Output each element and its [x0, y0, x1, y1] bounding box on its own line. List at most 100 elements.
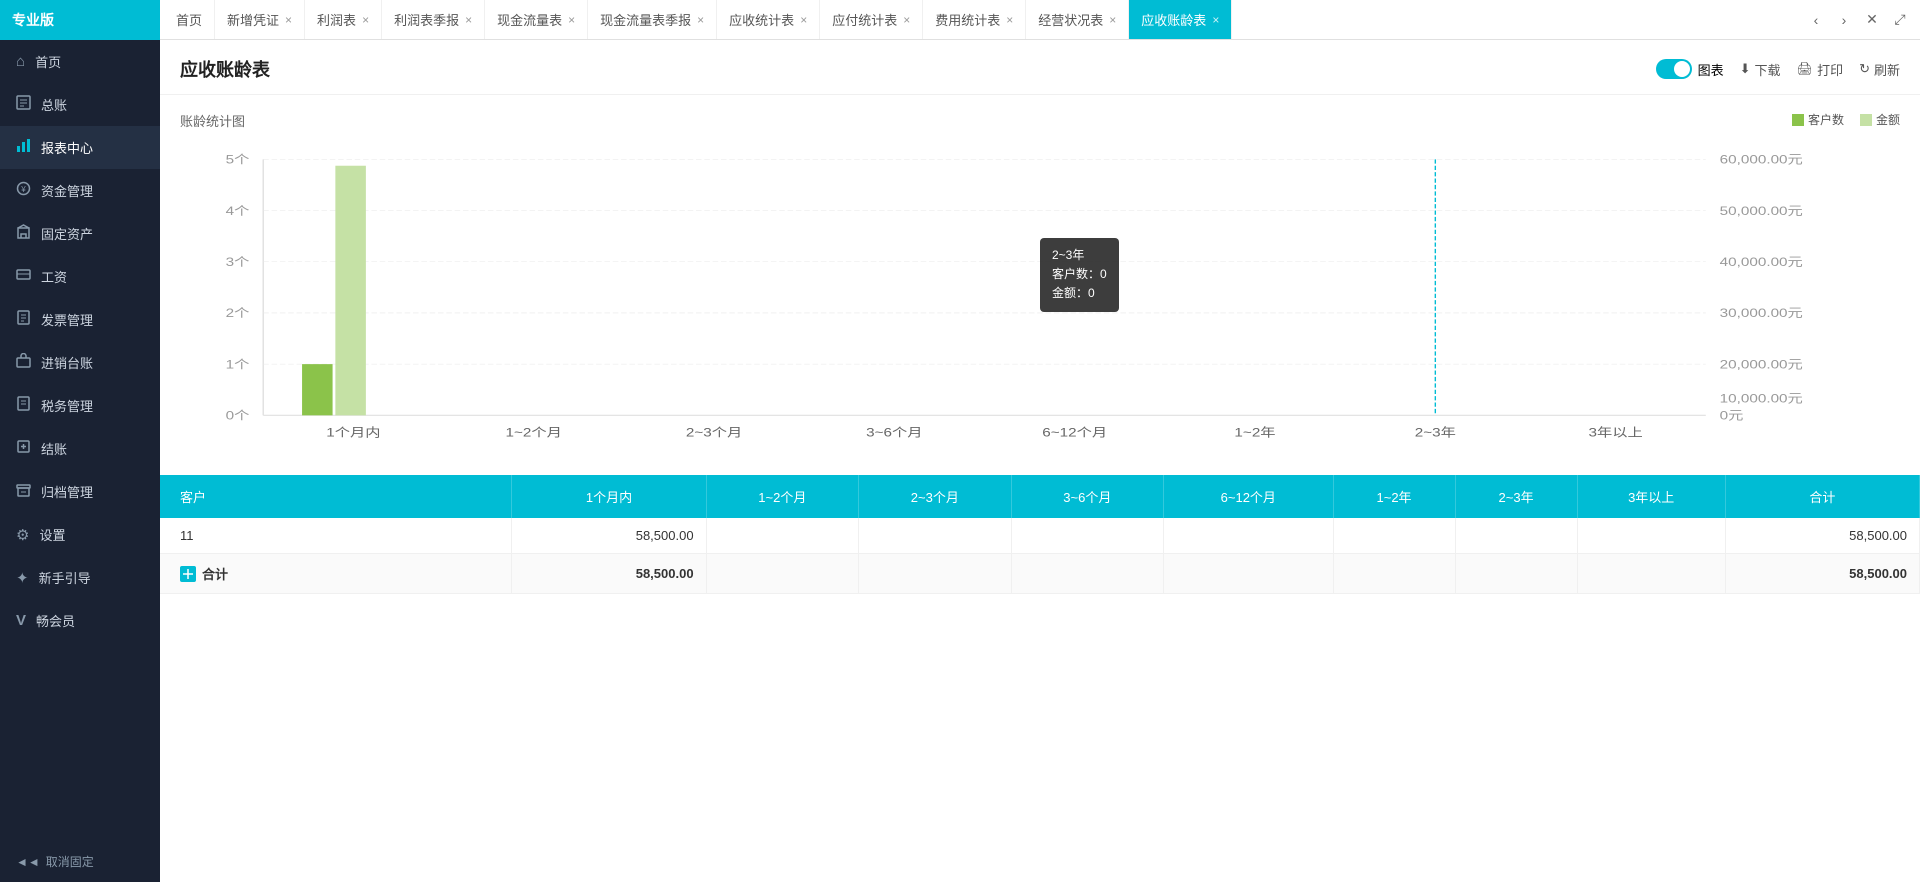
svg-text:40,000.00元: 40,000.00元 — [1720, 256, 1804, 269]
salary-icon — [16, 267, 31, 286]
sidebar-item-guide[interactable]: ✦ 新手引导 — [0, 556, 160, 599]
tab-label: 应收统计表 — [729, 10, 794, 29]
tab-home[interactable]: 首页 — [164, 0, 215, 40]
col-header-2-3m: 2~3个月 — [859, 475, 1012, 518]
svg-text:1个月内: 1个月内 — [326, 426, 380, 439]
app-logo: 专业版 — [0, 0, 160, 40]
tab-ar-aging[interactable]: 应收账龄表 × — [1129, 0, 1232, 40]
toggle-label: 图表 — [1698, 60, 1724, 79]
total-label-container: 合计 — [180, 564, 499, 583]
sidebar-item-label: 新手引导 — [39, 568, 91, 587]
total-within-1m: 58,500.00 — [512, 554, 706, 594]
toggle-control[interactable] — [1656, 59, 1692, 79]
sidebar-item-label: 税务管理 — [41, 396, 93, 415]
building-icon — [16, 224, 31, 243]
tab-next-button[interactable]: › — [1832, 8, 1856, 32]
legend-amount-label: 金额 — [1876, 111, 1900, 128]
svg-text:4个: 4个 — [226, 204, 250, 217]
tab-close-icon[interactable]: × — [465, 13, 472, 27]
cell-6-12m — [1164, 518, 1333, 554]
tab-close-icon[interactable]: × — [1006, 13, 1013, 27]
svg-text:20,000.00元: 20,000.00元 — [1720, 358, 1804, 371]
svg-text:1~2年: 1~2年 — [1234, 426, 1275, 439]
sidebar-item-label: 畅会员 — [36, 611, 75, 630]
col-header-6-12m: 6~12个月 — [1164, 475, 1333, 518]
tab-prev-button[interactable]: ‹ — [1804, 8, 1828, 32]
svg-text:3~6个月: 3~6个月 — [866, 426, 922, 439]
sidebar-item-report-center[interactable]: 报表中心 — [0, 126, 160, 169]
sidebar-item-salary[interactable]: 工资 — [0, 255, 160, 298]
tab-label: 首页 — [176, 10, 202, 29]
total-3-6m — [1011, 554, 1164, 594]
tab-close-icon[interactable]: × — [1109, 13, 1116, 27]
data-table-container: 客户 1个月内 1~2个月 2~3个月 3~6个月 6~12个月 1~2年 2~… — [160, 475, 1920, 614]
sidebar-item-invoice[interactable]: 发票管理 — [0, 298, 160, 341]
chart-legend: 客户数 金额 — [1792, 111, 1900, 128]
tab-close-icon[interactable]: × — [1212, 13, 1219, 27]
print-button[interactable]: 🖨 打印 — [1797, 60, 1844, 79]
svg-text:3个: 3个 — [226, 256, 250, 269]
tab-cashflow-quarterly[interactable]: 现金流量表季报 × — [588, 0, 717, 40]
download-button[interactable]: ⬇ 下载 — [1740, 60, 1781, 79]
sidebar-item-label: 结账 — [41, 439, 67, 458]
tab-operation-status[interactable]: 经营状况表 × — [1026, 0, 1129, 40]
sidebar-item-archive[interactable]: 归档管理 — [0, 470, 160, 513]
fund-icon: ¥ — [16, 181, 31, 200]
sidebar-item-settings[interactable]: ⚙ 设置 — [0, 513, 160, 556]
tab-ar-stats[interactable]: 应收统计表 × — [717, 0, 820, 40]
sidebar-item-close-account[interactable]: 结账 — [0, 427, 160, 470]
page-title: 应收账龄表 — [180, 56, 270, 82]
unpin-icon: ◄◄ — [16, 855, 40, 869]
sidebar-item-label: 总账 — [41, 95, 67, 114]
svg-text:1~2个月: 1~2个月 — [506, 426, 562, 439]
tab-profit-quarterly[interactable]: 利润表季报 × — [382, 0, 485, 40]
home-icon: ⌂ — [16, 53, 25, 70]
tab-profit[interactable]: 利润表 × — [305, 0, 382, 40]
legend-amount: 金额 — [1860, 111, 1900, 128]
sidebar-item-vip[interactable]: V 畅会员 — [0, 599, 160, 642]
tab-close-all-button[interactable]: ✕ — [1860, 8, 1884, 32]
tab-ap-stats[interactable]: 应付统计表 × — [820, 0, 923, 40]
tab-label: 现金流量表 — [497, 10, 562, 29]
sidebar-item-label: 报表中心 — [41, 138, 93, 157]
tab-close-icon[interactable]: × — [697, 13, 704, 27]
tab-label: 现金流量表季报 — [600, 10, 691, 29]
tab-expense-stats[interactable]: 费用统计表 × — [923, 0, 1026, 40]
chart-area: 账龄统计图 客户数 金额 — [160, 95, 1920, 475]
tab-close-icon[interactable]: × — [800, 13, 807, 27]
legend-customer-label: 客户数 — [1808, 111, 1844, 128]
tab-close-icon[interactable]: × — [362, 13, 369, 27]
sidebar-item-label: 进销台账 — [41, 353, 93, 372]
sidebar-item-home[interactable]: ⌂ 首页 — [0, 40, 160, 83]
svg-text:1个: 1个 — [226, 358, 250, 371]
col-header-3-6m: 3~6个月 — [1011, 475, 1164, 518]
sidebar-item-fund-management[interactable]: ¥ 资金管理 — [0, 169, 160, 212]
refresh-button[interactable]: ↻ 刷新 — [1859, 60, 1900, 79]
svg-text:50,000.00元: 50,000.00元 — [1720, 204, 1804, 217]
sidebar-item-general-ledger[interactable]: 总账 — [0, 83, 160, 126]
tax-icon — [16, 396, 31, 415]
download-label: 下载 — [1755, 60, 1781, 79]
tab-label: 利润表 — [317, 10, 356, 29]
col-header-3y: 3年以上 — [1577, 475, 1725, 518]
chart-toggle-switch[interactable]: 图表 — [1656, 59, 1724, 79]
sidebar-item-label: 工资 — [41, 267, 67, 286]
sidebar-item-fixed-assets[interactable]: 固定资产 — [0, 212, 160, 255]
sidebar-unpin-button[interactable]: ◄◄ 取消固定 — [0, 841, 160, 882]
sidebar: 专业版 ⌂ 首页 总账 报表中心 ¥ 资金管理 固定资产 工资 — [0, 0, 160, 882]
tab-close-icon[interactable]: × — [285, 13, 292, 27]
cell-over-3y — [1577, 518, 1725, 554]
tab-cashflow[interactable]: 现金流量表 × — [485, 0, 588, 40]
tab-close-icon[interactable]: × — [568, 13, 575, 27]
sidebar-item-tax[interactable]: 税务管理 — [0, 384, 160, 427]
tab-close-icon[interactable]: × — [903, 13, 910, 27]
tab-maximize-button[interactable]: ⤢ — [1888, 8, 1912, 32]
sidebar-item-label: 固定资产 — [41, 224, 93, 243]
tab-new-voucher[interactable]: 新增凭证 × — [215, 0, 305, 40]
vip-icon: V — [16, 612, 26, 629]
total-1-2m — [706, 554, 859, 594]
close-account-icon — [16, 439, 31, 458]
table-total-row: 合计 58,500.00 58,500.00 — [160, 554, 1920, 594]
sidebar-item-sales-ledger[interactable]: 进销台账 — [0, 341, 160, 384]
page-header: 应收账龄表 图表 ⬇ 下载 🖨 打印 ↻ 刷新 — [160, 40, 1920, 95]
